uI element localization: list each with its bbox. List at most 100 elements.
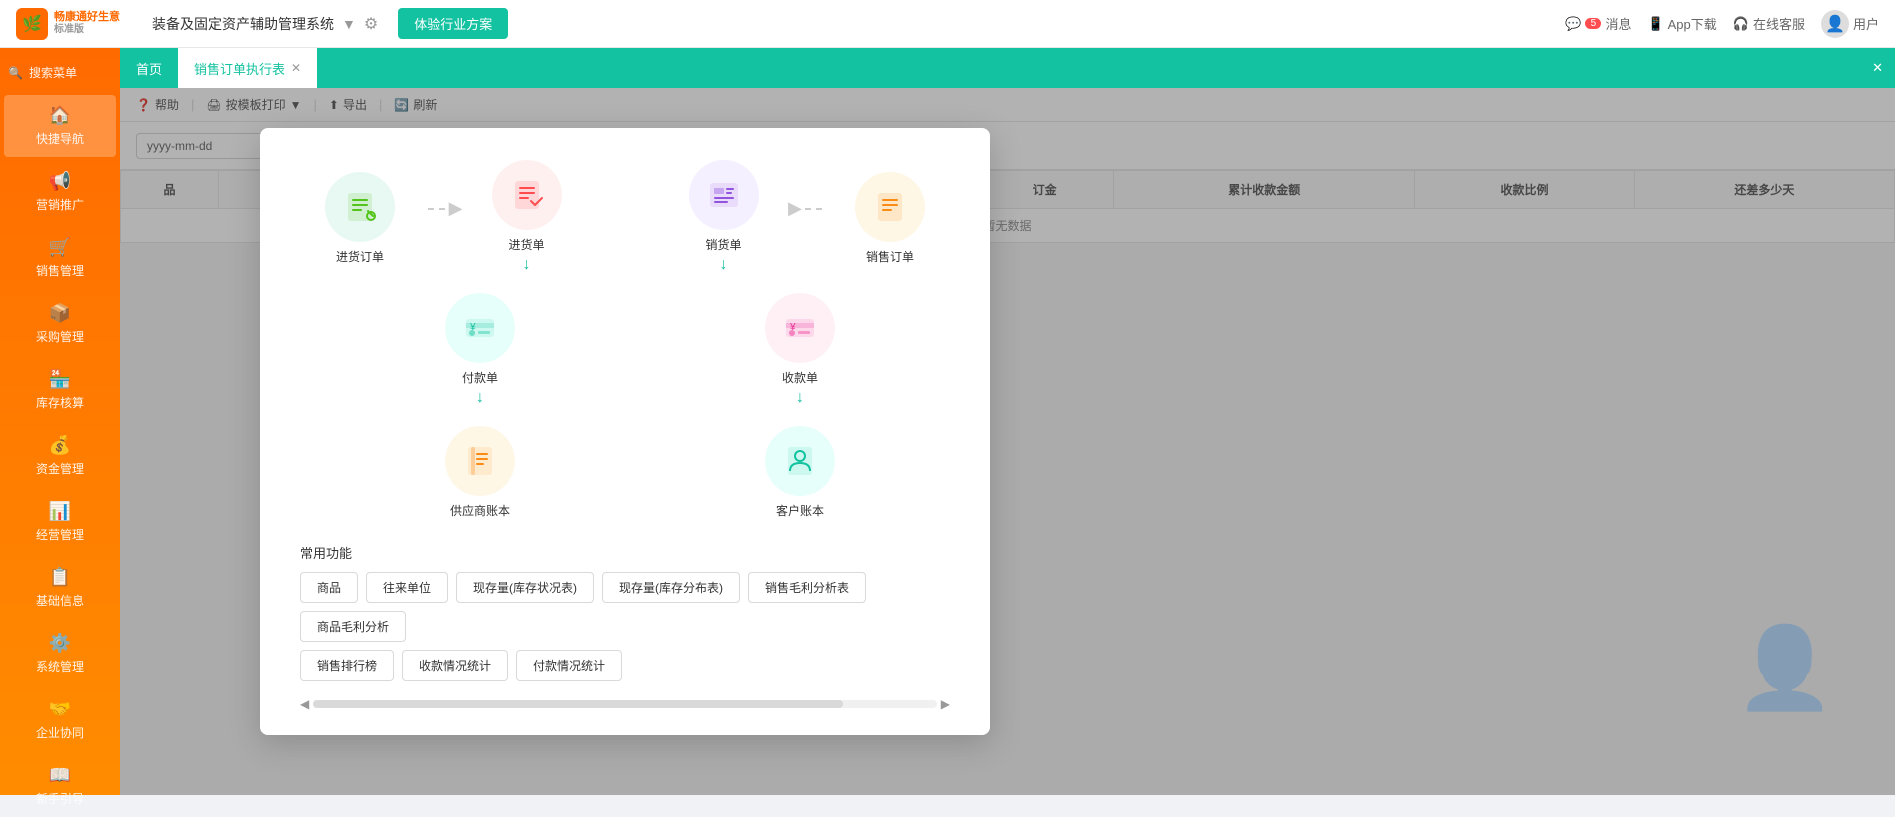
common-functions: 常用功能 商品 往来单位 现存量(库存状况表) 现存量(库存分布表) 销售毛利分…: [300, 543, 950, 681]
user-name: 用户: [1853, 14, 1879, 33]
receipt-label: 收款单: [782, 369, 818, 386]
sidebar-item-cooperation[interactable]: 🤝 企业协同: [4, 689, 116, 751]
system-title-area: 装备及固定资产辅助管理系统 ▼ ⚙ 体验行业方案: [152, 8, 1565, 39]
arrow-sales-order-to-sales-bill: ◀: [784, 198, 831, 239]
message-icon: 💬: [1565, 16, 1581, 32]
sidebar-label-system: 系统管理: [36, 658, 84, 675]
func-btn-product[interactable]: 商品: [300, 572, 358, 603]
func-btn-receipt-stats[interactable]: 收款情况统计: [402, 650, 508, 681]
dropdown-icon[interactable]: ▼: [342, 16, 356, 32]
tab-bar-close-btn[interactable]: ✕: [1860, 48, 1895, 88]
arrow-receipt-down: ↓: [796, 390, 804, 406]
header-right: 💬 5 消息 📱 App下载 🎧 在线客服 👤 用户: [1565, 10, 1879, 38]
management-icon: 📊: [49, 501, 71, 522]
online-service-btn[interactable]: 🎧 在线客服: [1733, 14, 1805, 33]
modal-box: 进货订单 ▶: [260, 128, 990, 735]
settings-icon[interactable]: ⚙: [364, 14, 378, 34]
scrollbar-thumb: [313, 700, 843, 708]
scroll-left-arrow[interactable]: ◀: [300, 697, 309, 711]
sidebar-label-finance: 资金管理: [36, 460, 84, 477]
sidebar-item-quick-nav[interactable]: 🏠 快捷导航: [4, 95, 116, 157]
sales-bill-circle[interactable]: [689, 160, 759, 230]
guide-icon: 📖: [49, 765, 71, 786]
basic-info-icon: 📋: [49, 567, 71, 588]
message-label: 消息: [1605, 14, 1631, 33]
supplier-ledger-circle[interactable]: [445, 426, 515, 496]
sidebar-item-marketing[interactable]: 📢 营销推广: [4, 161, 116, 223]
search-icon: 🔍: [8, 66, 23, 80]
system-title-text: 装备及固定资产辅助管理系统: [152, 14, 334, 34]
sidebar-label-basic-info: 基础信息: [36, 592, 84, 609]
func-btn-stock-distribution[interactable]: 现存量(库存分布表): [602, 572, 740, 603]
sidebar-label-management: 经营管理: [36, 526, 84, 543]
purchase-order-circle[interactable]: [325, 172, 395, 242]
flow-row-2: ¥ 付款单 ↓ ¥: [300, 293, 950, 410]
search-menu-label: 搜索菜单: [29, 64, 77, 81]
tab-home[interactable]: 首页: [120, 48, 178, 88]
purchase-bill-circle[interactable]: [492, 160, 562, 230]
func-buttons-row2: 销售排行榜 收款情况统计 付款情况统计: [300, 650, 950, 681]
content-area: 首页 销售订单执行表 ✕ ✕ ❓ 帮助 | 🖨 按模板打印 ▼: [120, 48, 1895, 795]
system-icon: ⚙️: [49, 633, 71, 654]
message-badge: 5: [1585, 18, 1601, 29]
flow-column-payment: ¥ 付款单 ↓: [420, 293, 540, 410]
scroll-right-arrow[interactable]: ▶: [941, 697, 950, 711]
flow-column-purchase-bill: 进货单 ↓: [467, 160, 587, 277]
purchase-bill-label: 进货单: [508, 236, 544, 253]
customer-ledger-circle[interactable]: [765, 426, 835, 496]
payment-label: 付款单: [462, 369, 498, 386]
flow-row-1: 进货订单 ▶: [300, 160, 950, 277]
sidebar-label-quick-nav: 快捷导航: [36, 130, 84, 147]
arrow-purchase-bill-down: ↓: [523, 257, 531, 273]
purchase-order-label: 进货订单: [336, 248, 384, 265]
inventory-icon: 🏪: [49, 369, 71, 390]
modal-overlay[interactable]: 进货订单 ▶: [120, 88, 1895, 795]
sidebar-item-basic-info[interactable]: 📋 基础信息: [4, 557, 116, 619]
flow-node-payment: ¥ 付款单: [420, 293, 540, 386]
sales-icon: 🛒: [49, 237, 71, 258]
sidebar-item-management[interactable]: 📊 经营管理: [4, 491, 116, 553]
app-download-btn[interactable]: 📱 App下载: [1647, 14, 1716, 33]
search-menu[interactable]: 🔍 搜索菜单: [0, 56, 120, 89]
flow-column-receipt: ¥ 收款单 ↓: [740, 293, 860, 410]
sidebar-item-purchase[interactable]: 📦 采购管理: [4, 293, 116, 355]
svg-text:¥: ¥: [469, 322, 476, 333]
scrollbar-track[interactable]: [313, 700, 937, 708]
sidebar-label-purchase: 采购管理: [36, 328, 84, 345]
flow-node-customer-ledger: 客户账本: [740, 426, 860, 519]
sales-bill-label: 销货单: [705, 236, 741, 253]
func-btn-stock-status[interactable]: 现存量(库存状况表): [456, 572, 594, 603]
phone-icon: 📱: [1647, 16, 1663, 32]
sidebar-label-sales: 销售管理: [36, 262, 84, 279]
message-btn[interactable]: 💬 5 消息: [1565, 14, 1631, 33]
func-btn-product-profit[interactable]: 商品毛利分析: [300, 611, 406, 642]
flow-node-sales-bill: 销货单: [664, 160, 784, 253]
avatar: 👤: [1821, 10, 1849, 38]
sales-order-tab-label: 销售订单执行表: [194, 59, 285, 78]
sidebar-item-sales[interactable]: 🛒 销售管理: [4, 227, 116, 289]
func-btn-sales-ranking[interactable]: 销售排行榜: [300, 650, 394, 681]
experience-btn[interactable]: 体验行业方案: [398, 8, 508, 39]
logo-icon: 🌿: [16, 8, 48, 40]
tab-sales-order[interactable]: 销售订单执行表 ✕: [178, 48, 317, 88]
payment-circle[interactable]: ¥: [445, 293, 515, 363]
receipt-circle[interactable]: ¥: [765, 293, 835, 363]
common-functions-title: 常用功能: [300, 543, 950, 562]
func-btn-sales-profit[interactable]: 销售毛利分析表: [748, 572, 866, 603]
headset-icon: 🎧: [1733, 16, 1749, 32]
sidebar-item-inventory[interactable]: 🏪 库存核算: [4, 359, 116, 421]
sales-order-circle[interactable]: [855, 172, 925, 242]
user-menu[interactable]: 👤 用户: [1821, 10, 1879, 38]
arrow-purchase-order-to-purchase-bill: ▶: [420, 198, 467, 239]
func-buttons-row1: 商品 往来单位 现存量(库存状况表) 现存量(库存分布表) 销售毛利分析表 商品…: [300, 572, 950, 642]
sidebar-item-guide[interactable]: 📖 新手引导: [4, 755, 116, 817]
modal-scrollbar: ◀ ▶: [300, 697, 950, 711]
sidebar-label-guide: 新手引导: [36, 790, 84, 807]
quick-nav-icon: 🏠: [49, 105, 71, 126]
decorative-figure: 👤: [1735, 621, 1835, 715]
tab-close-icon[interactable]: ✕: [291, 61, 301, 75]
sidebar-item-system[interactable]: ⚙️ 系统管理: [4, 623, 116, 685]
sidebar-item-finance[interactable]: 💰 资金管理: [4, 425, 116, 487]
func-btn-payment-stats[interactable]: 付款情况统计: [516, 650, 622, 681]
func-btn-contacts[interactable]: 往来单位: [366, 572, 448, 603]
